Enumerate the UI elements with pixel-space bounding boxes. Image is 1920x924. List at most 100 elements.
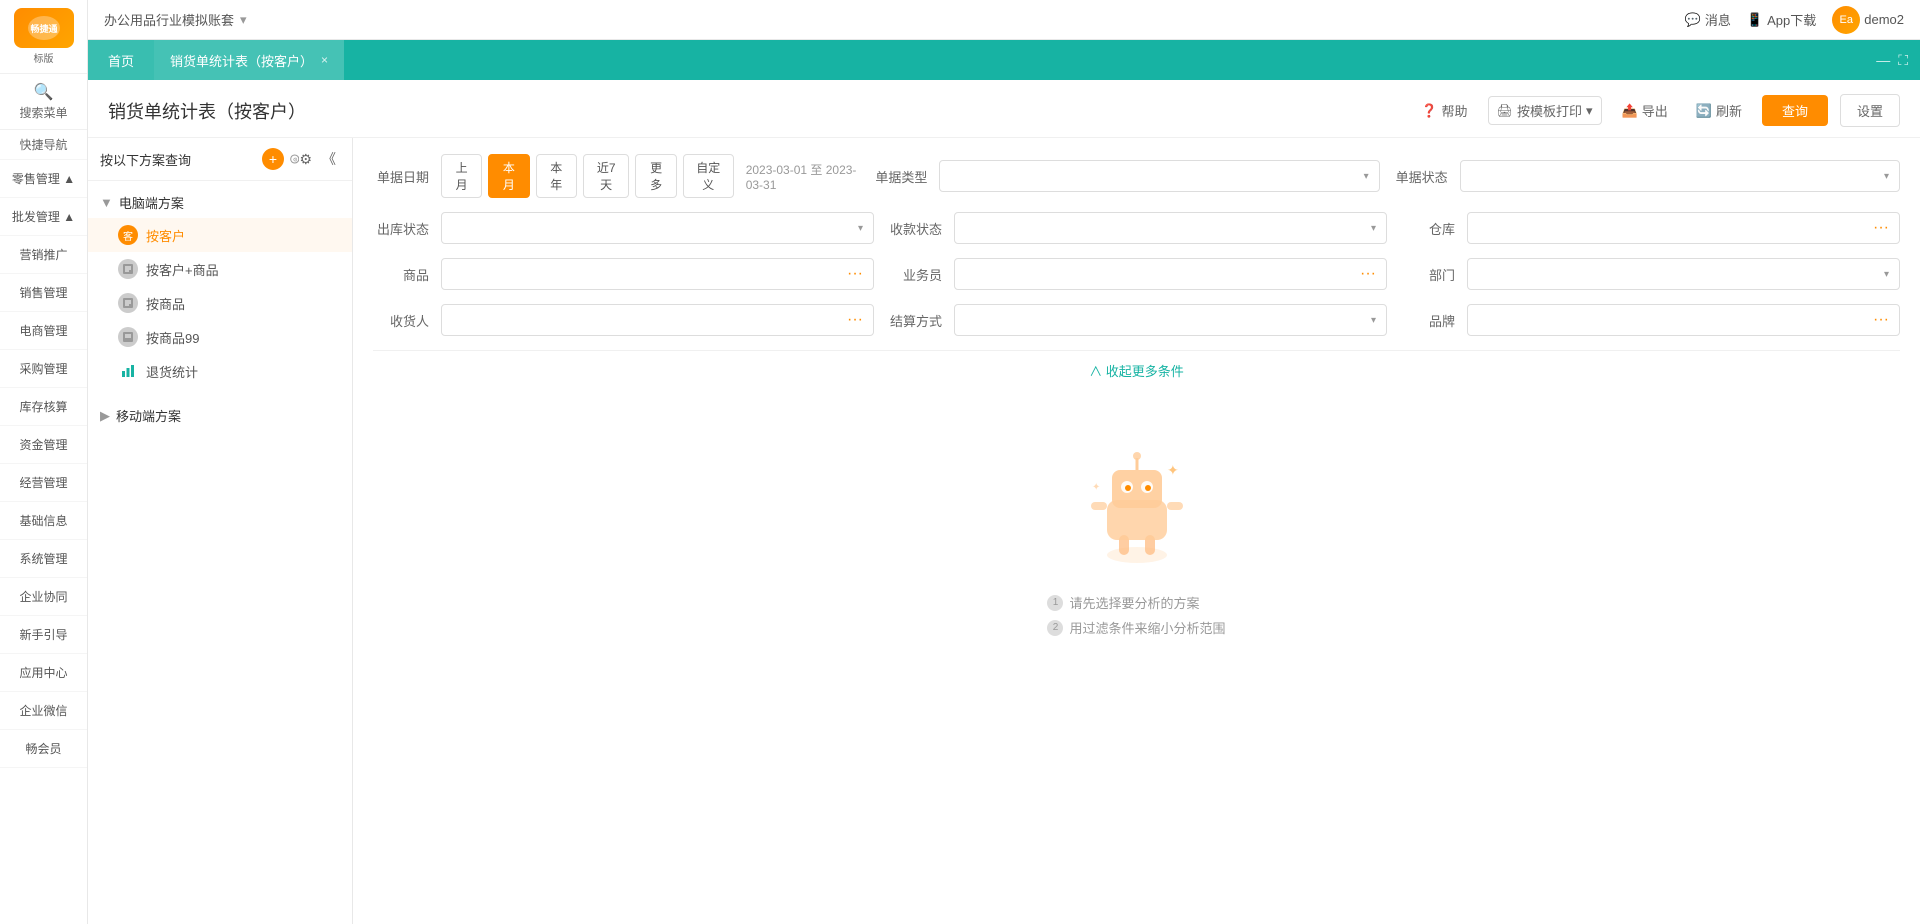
scheme-group-desktop: ▼ 电脑端方案 客 按客户 按客户+商品 [88, 181, 352, 394]
sidebar-item-vip[interactable]: 畅会员 [0, 730, 87, 768]
scheme-item-by-goods[interactable]: 按商品 [88, 286, 352, 320]
page-title: 销货单统计表（按客户） [108, 98, 306, 124]
collection-status-select[interactable]: ▾ [954, 212, 1387, 244]
brand-input[interactable]: ··· [1467, 304, 1900, 336]
template-print-button[interactable]: 🖨 按模板打印 ▾ [1488, 96, 1602, 125]
basic-label: 基础信息 [19, 514, 67, 528]
sidebar-item-inventory[interactable]: 库存核算 [0, 388, 87, 426]
scheme-item-by-goods99-icon [118, 327, 138, 347]
sidebar-item-retail[interactable]: 零售管理 ▲ [0, 160, 87, 198]
scheme-item-by-customer-goods[interactable]: 按客户+商品 [88, 252, 352, 286]
scheme-group-desktop-header[interactable]: ▼ 电脑端方案 [88, 187, 352, 218]
settlement-select[interactable]: ▾ [954, 304, 1387, 336]
tab-home[interactable]: 首页 [88, 40, 154, 80]
warehouse-label: 仓库 [1399, 219, 1455, 238]
date-btn-this-month[interactable]: 本月 [488, 154, 529, 198]
recipient-dots-icon: ··· [847, 311, 863, 329]
scheme-group-mobile: ▶ 移动端方案 [88, 394, 352, 437]
sidebar-label: 标版 [4, 50, 83, 65]
out-status-dropdown-icon: ▾ [858, 223, 863, 234]
scheme-edit-button[interactable]: ⚙ ⚙ [290, 148, 312, 170]
sidebar-item-purchase[interactable]: 采购管理 [0, 350, 87, 388]
scheme-item-return-stats[interactable]: 退货统计 [88, 354, 352, 388]
scheme-item-by-customer-label: 按客户 [146, 226, 185, 245]
sidebar-item-ecommerce[interactable]: 电商管理 [0, 312, 87, 350]
sidebar-item-system[interactable]: 系统管理 [0, 540, 87, 578]
doc-status-select[interactable]: ▾ [1460, 160, 1900, 192]
scheme-item-by-goods99[interactable]: 按商品99 [88, 320, 352, 354]
sidebar-item-wechat[interactable]: 企业微信 [0, 692, 87, 730]
collapse-bar[interactable]: ∧ 收起更多条件 [373, 350, 1900, 390]
sidebar-item-quick-nav[interactable]: 快捷导航 [0, 130, 87, 160]
logo-icon: 畅捷通 [14, 8, 74, 48]
sidebar-item-operations[interactable]: 经营管理 [0, 464, 87, 502]
goods-input[interactable]: ··· [441, 258, 874, 290]
warehouse-input[interactable]: ··· [1467, 212, 1900, 244]
scheme-header-title: 按以下方案查询 [100, 150, 191, 169]
date-btn-last-month[interactable]: 上月 [441, 154, 482, 198]
date-btn-this-year[interactable]: 本年 [536, 154, 577, 198]
out-status-label: 出库状态 [373, 219, 429, 238]
scheme-group-desktop-label: 电脑端方案 [119, 193, 184, 212]
scheme-item-by-customer[interactable]: 客 按客户 [88, 218, 352, 252]
message-action[interactable]: 💬 消息 [1685, 10, 1731, 29]
minimize-icon[interactable]: — [1876, 52, 1890, 68]
app-download-action[interactable]: 📱 App下载 [1747, 10, 1816, 29]
user-menu[interactable]: Ea demo2 [1832, 6, 1904, 34]
sidebar-item-enterprise[interactable]: 企业协同 [0, 578, 87, 616]
wholesale-label: 批发管理 [12, 210, 60, 224]
account-dropdown-icon[interactable]: ▾ [240, 12, 247, 28]
filter-row-date: 单据日期 上月 本月 本年 近7天 更多 自定义 2023-03-01 至 20… [373, 154, 1900, 198]
recipient-label: 收货人 [373, 311, 429, 330]
tab-active-label: 销货单统计表（按客户） [170, 51, 313, 70]
scheme-add-button[interactable]: + [262, 148, 284, 170]
filter-row-recipient: 收货人 ··· 结算方式 ▾ 品牌 ··· [373, 304, 1900, 336]
scheme-item-by-goods-label: 按商品 [146, 294, 185, 313]
doc-type-select[interactable]: ▾ [939, 160, 1379, 192]
query-button[interactable]: 查询 [1762, 95, 1828, 126]
tab-window-controls: — ⛶ [1864, 52, 1920, 69]
sidebar-item-basic[interactable]: 基础信息 [0, 502, 87, 540]
collapse-arrow-desktop: ▼ [100, 195, 113, 210]
scheme-collapse-button[interactable]: 《 [318, 148, 340, 170]
search-menu[interactable]: 🔍 搜索菜单 [0, 74, 87, 130]
sidebar-item-appstore[interactable]: 应用中心 [0, 654, 87, 692]
sidebar-item-newbie[interactable]: 新手引导 [0, 616, 87, 654]
svg-text:⚙: ⚙ [293, 158, 298, 164]
tab-sales-stats[interactable]: 销货单统计表（按客户） × [154, 40, 344, 80]
recipient-input[interactable]: ··· [441, 304, 874, 336]
export-button[interactable]: 📤 导出 [1614, 97, 1676, 124]
page-header: 销货单统计表（按客户） ❓ 帮助 🖨 按模板打印 ▾ 📤 导出 [88, 80, 1920, 138]
date-controls: 上月 本月 本年 近7天 更多 自定义 2023-03-01 至 2023-03… [441, 154, 859, 198]
date-btn-more[interactable]: 更多 [635, 154, 676, 198]
export-icon: 📤 [1622, 103, 1638, 119]
sidebar-item-wholesale[interactable]: 批发管理 ▲ [0, 198, 87, 236]
scheme-group-mobile-header[interactable]: ▶ 移动端方案 [88, 400, 352, 431]
refresh-button[interactable]: 🔄 刷新 [1688, 97, 1750, 124]
system-label: 系统管理 [19, 552, 67, 566]
date-btn-custom[interactable]: 自定义 [683, 154, 734, 198]
help-button[interactable]: ❓ 帮助 [1413, 97, 1475, 124]
scheme-header-actions: + ⚙ ⚙ 《 [262, 148, 340, 170]
out-status-select[interactable]: ▾ [441, 212, 874, 244]
doc-type-label: 单据类型 [871, 167, 927, 186]
date-btn-7days[interactable]: 近7天 [583, 154, 630, 198]
newbie-label: 新手引导 [19, 628, 67, 642]
empty-tip-1: 1 请先选择要分析的方案 [1047, 590, 1225, 615]
top-header: 办公用品行业模拟账套 ▾ 💬 消息 📱 App下载 Ea demo2 [88, 0, 1920, 40]
department-select[interactable]: ▾ [1467, 258, 1900, 290]
maximize-icon[interactable]: ⛶ [1898, 52, 1908, 69]
tab-close-icon[interactable]: × [321, 53, 328, 67]
template-print-arrow: ▾ [1586, 103, 1593, 119]
account-name: 办公用品行业模拟账套 [104, 10, 234, 29]
scheme-item-by-customer-icon: 客 [118, 225, 138, 245]
sidebar-item-marketing[interactable]: 营销推广 [0, 236, 87, 274]
sidebar-item-sales[interactable]: 销售管理 [0, 274, 87, 312]
sidebar-logo[interactable]: 畅捷通 标版 [0, 0, 87, 74]
quick-nav-label: 快捷导航 [19, 138, 67, 152]
doc-status-label: 单据状态 [1392, 167, 1448, 186]
settlement-dropdown-icon: ▾ [1371, 315, 1376, 326]
settings-button[interactable]: 设置 [1840, 94, 1900, 127]
sidebar-item-finance[interactable]: 资金管理 [0, 426, 87, 464]
salesperson-input[interactable]: ··· [954, 258, 1387, 290]
